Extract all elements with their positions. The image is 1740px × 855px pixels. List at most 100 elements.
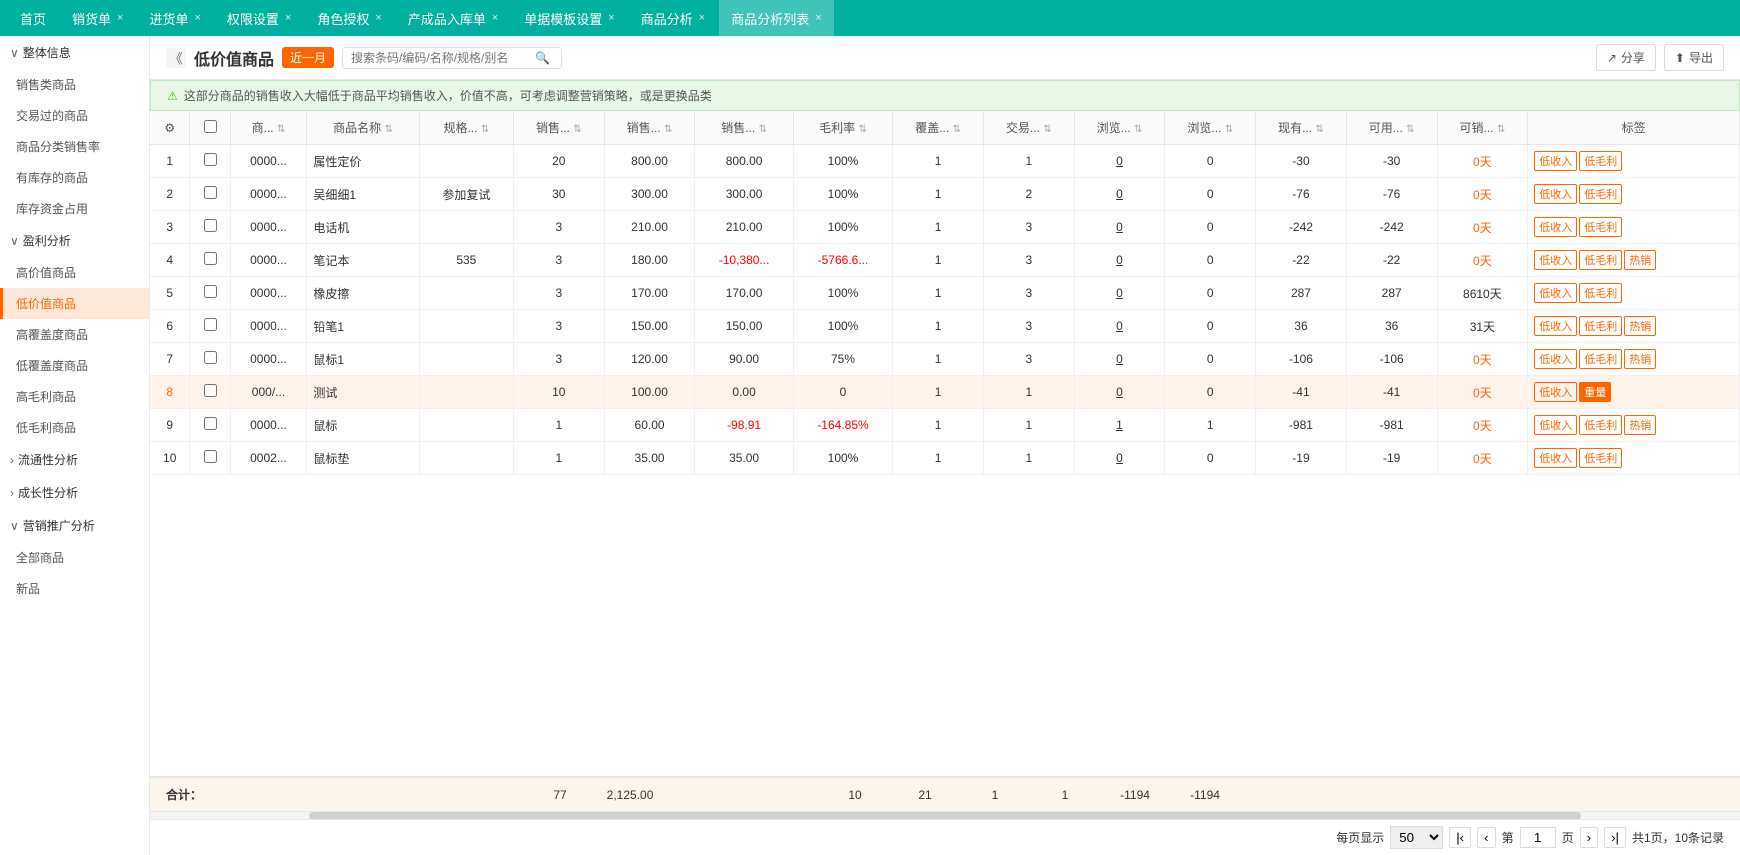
next-page-button[interactable]: › <box>1580 827 1598 848</box>
col-sales-qty[interactable]: 销售... ⇅ <box>513 111 604 145</box>
nav-finished-goods[interactable]: 产成品入库单 × <box>396 0 510 36</box>
row-checkbox-cell[interactable] <box>190 343 230 376</box>
prev-page-button[interactable]: ‹ <box>1477 827 1495 848</box>
row-checkbox-cell[interactable] <box>190 442 230 475</box>
row-checkbox[interactable] <box>204 153 217 166</box>
close-icon[interactable]: × <box>608 12 614 24</box>
sidebar-group-growth[interactable]: › 成长性分析 <box>0 476 149 509</box>
row-views1[interactable]: 0 <box>1074 442 1165 475</box>
close-icon[interactable]: × <box>194 12 200 24</box>
col-sellable[interactable]: 可销... ⇅ <box>1437 111 1528 145</box>
row-checkbox-cell[interactable] <box>190 178 230 211</box>
export-button[interactable]: ⬆ 导出 <box>1664 44 1724 71</box>
row-coverage: 1 <box>893 178 984 211</box>
col-views1[interactable]: 浏览... ⇅ <box>1074 111 1165 145</box>
close-icon[interactable]: × <box>285 12 291 24</box>
collapse-sidebar-button[interactable]: 《 <box>166 48 186 68</box>
nav-home[interactable]: 首页 <box>8 0 58 36</box>
row-checkbox[interactable] <box>204 285 217 298</box>
sidebar-item-traded-products[interactable]: 交易过的商品 <box>0 100 149 131</box>
first-page-button[interactable]: |‹ <box>1449 827 1471 848</box>
last-page-button[interactable]: ›| <box>1604 827 1626 848</box>
col-check[interactable] <box>190 111 230 145</box>
col-gross-margin[interactable]: 毛利率 ⇅ <box>793 111 892 145</box>
close-icon[interactable]: × <box>375 12 381 24</box>
col-settings[interactable]: ⚙ <box>150 111 190 145</box>
per-page-select[interactable]: 50 100 <box>1390 826 1443 849</box>
row-views1[interactable]: 0 <box>1074 145 1165 178</box>
row-checkbox[interactable] <box>204 351 217 364</box>
nav-role-auth[interactable]: 角色授权 × <box>305 0 393 36</box>
close-icon[interactable]: × <box>492 12 498 24</box>
row-name: 鼠标1 <box>307 343 419 376</box>
nav-sales-order[interactable]: 销货单 × <box>60 0 135 36</box>
close-icon[interactable]: × <box>815 12 821 24</box>
nav-product-analysis-list[interactable]: 商品分析列表 × <box>719 0 833 36</box>
row-checkbox-cell[interactable] <box>190 145 230 178</box>
row-sales-cost: 300.00 <box>695 178 793 211</box>
row-checkbox-cell[interactable] <box>190 277 230 310</box>
row-checkbox[interactable] <box>204 186 217 199</box>
sidebar-group-circulation[interactable]: › 流通性分析 <box>0 443 149 476</box>
row-checkbox[interactable] <box>204 417 217 430</box>
sidebar-item-high-margin[interactable]: 高毛利商品 <box>0 381 149 412</box>
product-tag: 低毛利 <box>1579 217 1622 237</box>
row-checkbox[interactable] <box>204 252 217 265</box>
search-icon[interactable]: 🔍 <box>535 51 550 65</box>
col-transactions[interactable]: 交易... ⇅ <box>983 111 1074 145</box>
select-all-checkbox[interactable] <box>204 120 217 133</box>
nav-product-analysis[interactable]: 商品分析 × <box>629 0 717 36</box>
row-checkbox[interactable] <box>204 318 217 331</box>
sidebar-item-all-products[interactable]: 全部商品 <box>0 542 149 573</box>
row-checkbox-cell[interactable] <box>190 310 230 343</box>
sidebar-item-inventory-capital[interactable]: 库存资金占用 <box>0 193 149 224</box>
row-checkbox[interactable] <box>204 384 217 397</box>
col-code[interactable]: 商... ⇅ <box>230 111 307 145</box>
sidebar-item-sales-products[interactable]: 销售类商品 <box>0 69 149 100</box>
row-views1[interactable]: 0 <box>1074 343 1165 376</box>
period-button[interactable]: 近一月 <box>282 47 334 68</box>
col-sales-amount[interactable]: 销售... ⇅ <box>604 111 695 145</box>
row-views1[interactable]: 1 <box>1074 409 1165 442</box>
nav-purchase-order[interactable]: 进货单 × <box>137 0 212 36</box>
row-checkbox-cell[interactable] <box>190 409 230 442</box>
row-checkbox-cell[interactable] <box>190 376 230 409</box>
col-spec[interactable]: 规格... ⇅ <box>419 111 513 145</box>
sidebar-group-overall[interactable]: ∨ 整体信息 <box>0 36 149 69</box>
row-views1[interactable]: 0 <box>1074 244 1165 277</box>
col-available[interactable]: 可用... ⇅ <box>1346 111 1437 145</box>
sidebar-item-low-coverage[interactable]: 低覆盖度商品 <box>0 350 149 381</box>
row-views1[interactable]: 0 <box>1074 211 1165 244</box>
row-views1[interactable]: 0 <box>1074 310 1165 343</box>
row-views1[interactable]: 0 <box>1074 178 1165 211</box>
nav-permissions[interactable]: 权限设置 × <box>215 0 303 36</box>
row-checkbox[interactable] <box>204 219 217 232</box>
page-number-input[interactable] <box>1520 827 1556 848</box>
sidebar-item-low-value[interactable]: 低价值商品 <box>0 288 149 319</box>
share-button[interactable]: ↗ 分享 <box>1596 44 1656 71</box>
col-coverage[interactable]: 覆盖... ⇅ <box>893 111 984 145</box>
nav-template-settings[interactable]: 单据模板设置 × <box>512 0 626 36</box>
sidebar-item-high-value[interactable]: 高价值商品 <box>0 257 149 288</box>
row-views1[interactable]: 0 <box>1074 277 1165 310</box>
col-name[interactable]: 商品名称 ⇅ <box>307 111 419 145</box>
sidebar-item-stock-products[interactable]: 有库存的商品 <box>0 162 149 193</box>
sidebar-group-marketing[interactable]: ∨ 营销推广分析 <box>0 509 149 542</box>
close-icon[interactable]: × <box>699 12 705 24</box>
col-current-stock[interactable]: 现有... ⇅ <box>1256 111 1347 145</box>
row-checkbox-cell[interactable] <box>190 211 230 244</box>
col-sales-cost[interactable]: 销售... ⇅ <box>695 111 793 145</box>
row-sellable-days: 0天 <box>1437 211 1528 244</box>
sidebar-item-high-coverage[interactable]: 高覆盖度商品 <box>0 319 149 350</box>
search-input[interactable] <box>351 51 531 65</box>
row-checkbox-cell[interactable] <box>190 244 230 277</box>
close-icon[interactable]: × <box>117 12 123 24</box>
sidebar-group-profit[interactable]: ∨ 盈利分析 <box>0 224 149 257</box>
col-views2[interactable]: 浏览... ⇅ <box>1165 111 1256 145</box>
table-container[interactable]: ⚙ 商... ⇅ 商品名称 ⇅ 规格... ⇅ 销售... ⇅ 销售... ⇅ … <box>150 111 1740 776</box>
sidebar-item-new-products[interactable]: 新品 <box>0 573 149 604</box>
sidebar-item-low-margin[interactable]: 低毛利商品 <box>0 412 149 443</box>
sidebar-item-category-sales-rate[interactable]: 商品分类销售率 <box>0 131 149 162</box>
row-checkbox[interactable] <box>204 450 217 463</box>
row-views1[interactable]: 0 <box>1074 376 1165 409</box>
